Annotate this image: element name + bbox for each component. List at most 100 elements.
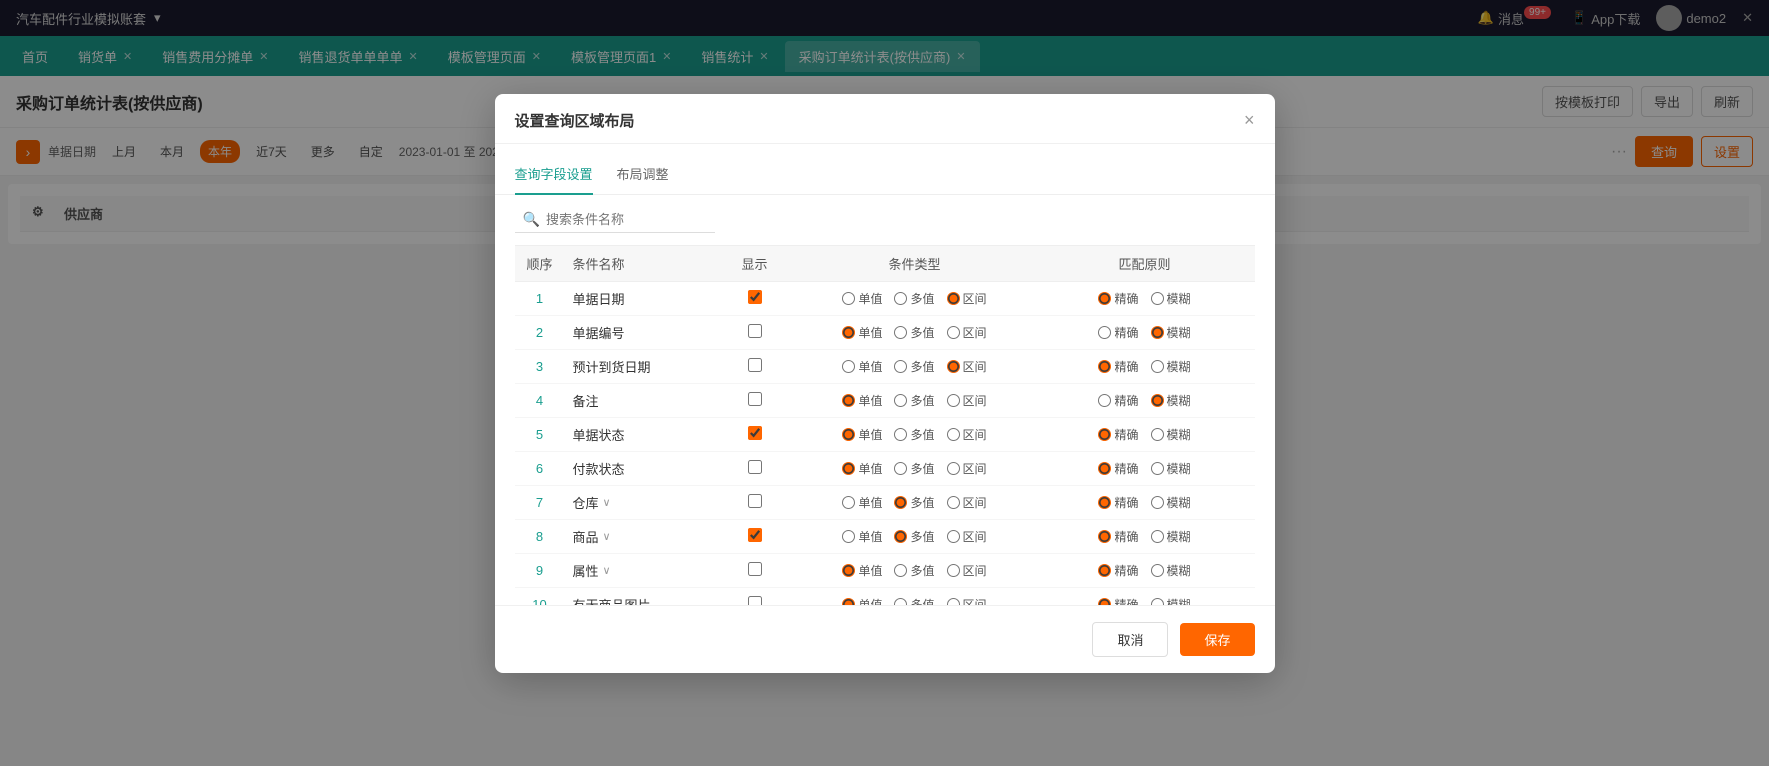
type-multi-label[interactable]: 多值	[894, 426, 934, 443]
match-fuzzy-radio[interactable]	[1151, 564, 1164, 577]
row-display[interactable]	[725, 426, 785, 443]
display-checkbox[interactable]	[748, 358, 762, 372]
match-exact-radio[interactable]	[1098, 394, 1111, 407]
match-exact-label[interactable]: 精确	[1098, 358, 1138, 375]
type-single-label[interactable]: 单值	[842, 392, 882, 409]
display-checkbox[interactable]	[748, 324, 762, 338]
row-display[interactable]	[725, 596, 785, 605]
row-display[interactable]	[725, 358, 785, 375]
type-single-radio[interactable]	[842, 496, 855, 509]
match-fuzzy-radio[interactable]	[1151, 394, 1164, 407]
match-fuzzy-label[interactable]: 模糊	[1151, 426, 1191, 443]
type-multi-radio[interactable]	[894, 598, 907, 605]
tab-layout-adjust[interactable]: 布局调整	[617, 156, 669, 195]
type-single-radio[interactable]	[842, 360, 855, 373]
type-multi-label[interactable]: 多值	[894, 494, 934, 511]
match-exact-radio[interactable]	[1098, 326, 1111, 339]
type-range-label[interactable]: 区间	[947, 596, 987, 605]
match-exact-label[interactable]: 精确	[1098, 392, 1138, 409]
type-multi-radio[interactable]	[894, 428, 907, 441]
row-display[interactable]	[725, 494, 785, 511]
type-multi-label[interactable]: 多值	[894, 392, 934, 409]
match-fuzzy-label[interactable]: 模糊	[1151, 494, 1191, 511]
match-exact-label[interactable]: 精确	[1098, 324, 1138, 341]
type-single-label[interactable]: 单值	[842, 290, 882, 307]
type-single-label[interactable]: 单值	[842, 324, 882, 341]
cancel-button[interactable]: 取消	[1092, 622, 1168, 657]
match-fuzzy-label[interactable]: 模糊	[1151, 528, 1191, 545]
type-range-label[interactable]: 区间	[947, 494, 987, 511]
type-range-label[interactable]: 区间	[947, 528, 987, 545]
type-multi-radio[interactable]	[894, 394, 907, 407]
type-multi-label[interactable]: 多值	[894, 358, 934, 375]
match-exact-radio[interactable]	[1098, 598, 1111, 605]
match-fuzzy-radio[interactable]	[1151, 598, 1164, 605]
type-single-label[interactable]: 单值	[842, 494, 882, 511]
save-button[interactable]: 保存	[1180, 623, 1254, 656]
match-exact-radio[interactable]	[1098, 462, 1111, 475]
match-exact-label[interactable]: 精确	[1098, 460, 1138, 477]
match-fuzzy-label[interactable]: 模糊	[1151, 562, 1191, 579]
display-checkbox[interactable]	[748, 392, 762, 406]
display-checkbox[interactable]	[748, 596, 762, 605]
type-single-label[interactable]: 单值	[842, 358, 882, 375]
display-checkbox[interactable]	[748, 562, 762, 576]
type-single-label[interactable]: 单值	[842, 528, 882, 545]
match-exact-label[interactable]: 精确	[1098, 494, 1138, 511]
type-range-label[interactable]: 区间	[947, 426, 987, 443]
match-exact-radio[interactable]	[1098, 564, 1111, 577]
match-fuzzy-radio[interactable]	[1151, 326, 1164, 339]
match-exact-label[interactable]: 精确	[1098, 290, 1138, 307]
match-exact-radio[interactable]	[1098, 428, 1111, 441]
type-single-radio[interactable]	[842, 326, 855, 339]
match-fuzzy-radio[interactable]	[1151, 496, 1164, 509]
type-range-radio[interactable]	[947, 564, 960, 577]
type-single-radio[interactable]	[842, 394, 855, 407]
row-display[interactable]	[725, 528, 785, 545]
match-fuzzy-label[interactable]: 模糊	[1151, 596, 1191, 605]
type-range-label[interactable]: 区间	[947, 290, 987, 307]
type-single-radio[interactable]	[842, 292, 855, 305]
match-exact-label[interactable]: 精确	[1098, 426, 1138, 443]
match-exact-label[interactable]: 精确	[1098, 562, 1138, 579]
type-multi-label[interactable]: 多值	[894, 324, 934, 341]
type-single-label[interactable]: 单值	[842, 596, 882, 605]
type-range-radio[interactable]	[947, 496, 960, 509]
type-multi-radio[interactable]	[894, 462, 907, 475]
display-checkbox[interactable]	[748, 426, 762, 440]
type-single-label[interactable]: 单值	[842, 562, 882, 579]
type-range-radio[interactable]	[947, 326, 960, 339]
type-single-radio[interactable]	[842, 598, 855, 605]
row-display[interactable]	[725, 290, 785, 307]
match-exact-label[interactable]: 精确	[1098, 596, 1138, 605]
type-multi-radio[interactable]	[894, 496, 907, 509]
type-single-radio[interactable]	[842, 530, 855, 543]
match-fuzzy-radio[interactable]	[1151, 428, 1164, 441]
type-single-label[interactable]: 单值	[842, 426, 882, 443]
match-fuzzy-radio[interactable]	[1151, 530, 1164, 543]
display-checkbox[interactable]	[748, 494, 762, 508]
match-exact-label[interactable]: 精确	[1098, 528, 1138, 545]
type-multi-label[interactable]: 多值	[894, 460, 934, 477]
type-range-radio[interactable]	[947, 360, 960, 373]
display-checkbox[interactable]	[748, 290, 762, 304]
type-range-radio[interactable]	[947, 428, 960, 441]
display-checkbox[interactable]	[748, 528, 762, 542]
search-input[interactable]	[546, 212, 722, 227]
match-exact-radio[interactable]	[1098, 530, 1111, 543]
type-multi-label[interactable]: 多值	[894, 528, 934, 545]
type-multi-radio[interactable]	[894, 292, 907, 305]
match-fuzzy-label[interactable]: 模糊	[1151, 460, 1191, 477]
type-range-label[interactable]: 区间	[947, 460, 987, 477]
dialog-close-btn[interactable]: ×	[1244, 111, 1255, 129]
type-multi-radio[interactable]	[894, 326, 907, 339]
type-single-radio[interactable]	[842, 564, 855, 577]
type-single-label[interactable]: 单值	[842, 460, 882, 477]
type-range-radio[interactable]	[947, 462, 960, 475]
match-exact-radio[interactable]	[1098, 292, 1111, 305]
match-exact-radio[interactable]	[1098, 496, 1111, 509]
type-range-radio[interactable]	[947, 598, 960, 605]
type-range-radio[interactable]	[947, 530, 960, 543]
type-multi-label[interactable]: 多值	[894, 596, 934, 605]
type-range-radio[interactable]	[947, 292, 960, 305]
